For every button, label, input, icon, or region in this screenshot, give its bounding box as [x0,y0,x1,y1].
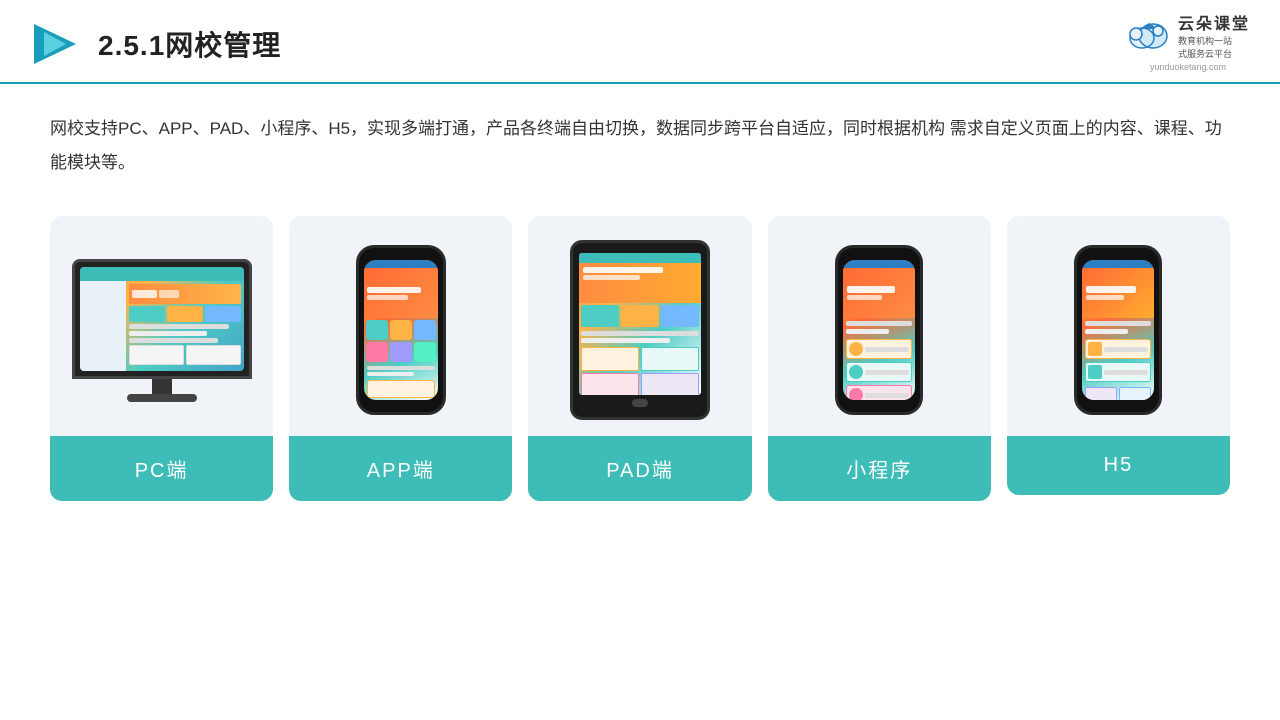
app-label: APP端 [289,436,512,501]
miniapp-image-area [768,216,991,436]
pad-image-area [528,216,751,436]
miniapp-phone [835,245,923,415]
pc-label: PC端 [50,436,273,501]
logo-arrow-icon [30,18,82,70]
miniapp-card: 小程序 [768,216,991,501]
pc-card: PC端 [50,216,273,501]
pad-label: PAD端 [528,436,751,501]
h5-phone [1074,245,1162,415]
main-content: 网校支持PC、APP、PAD、小程序、H5，实现多端打通，产品各终端自由切换，数… [0,84,1280,521]
description-text: 网校支持PC、APP、PAD、小程序、H5，实现多端打通，产品各终端自由切换，数… [50,112,1230,180]
h5-card: H5 [1007,216,1230,495]
pad-card: PAD端 [528,216,751,501]
brand-logo: 云朵课堂 教育机构一站 式服务云平台 yunduoketang.com [1126,10,1250,72]
brand-text: 云朵课堂 教育机构一站 式服务云平台 [1178,10,1250,60]
app-phone [356,245,446,415]
page-header: 2.5.1网校管理 云朵课堂 教育机构一站 式服务云平台 yunduoketan… [0,0,1280,84]
device-cards-row: PC端 [50,216,1230,501]
pad-tablet [570,240,710,420]
app-card: APP端 [289,216,512,501]
pc-monitor [72,259,252,402]
app-image-area [289,216,512,436]
pc-image-area [50,216,273,436]
miniapp-label: 小程序 [768,436,991,501]
h5-image-area [1007,216,1230,436]
cloud-icon [1126,18,1172,52]
h5-label: H5 [1007,436,1230,495]
page-title: 2.5.1网校管理 [98,24,281,64]
